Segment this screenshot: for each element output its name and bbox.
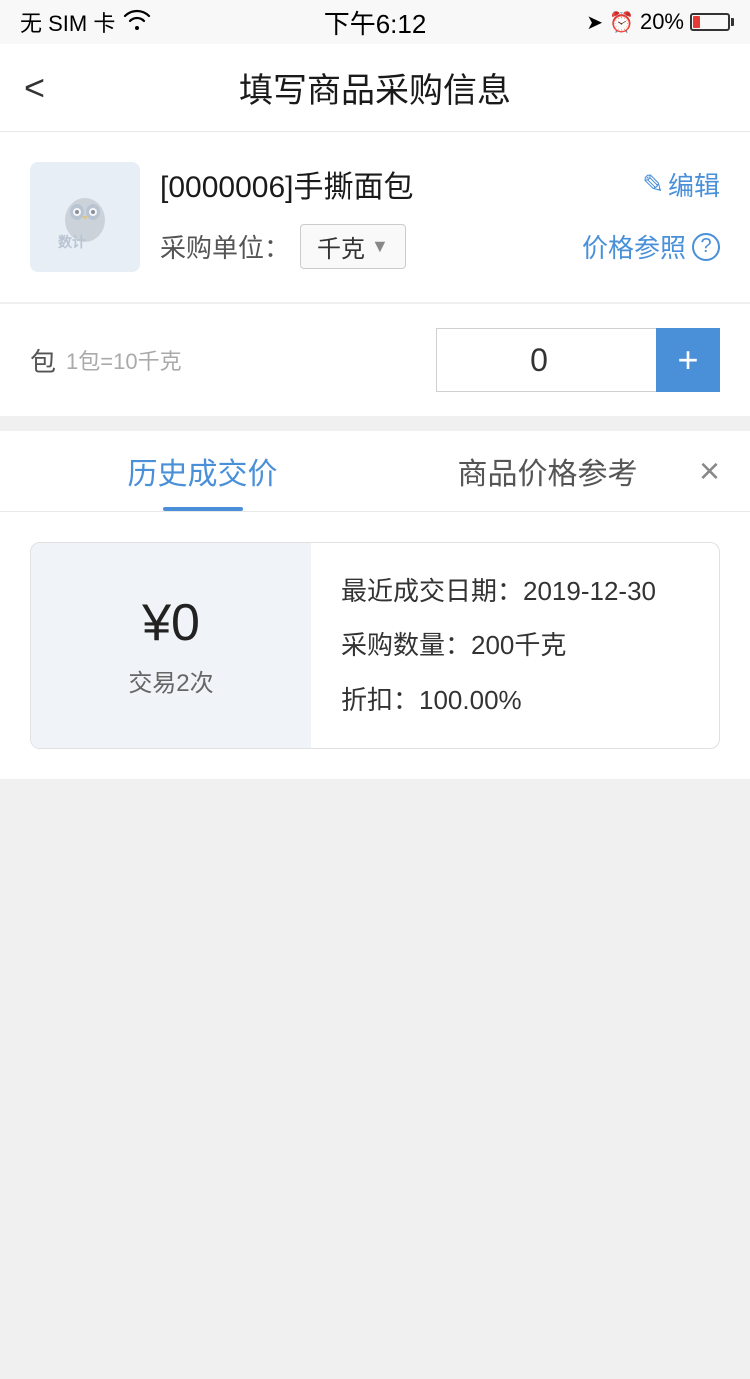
alarm-icon: ⏰ [609, 10, 634, 35]
edit-label: 编辑 [668, 166, 720, 203]
tabs-section: 历史成交价 商品价格参考 × ¥0 交易2次 最近成交日期：2019-12-30… [0, 431, 750, 779]
quantity-controls: + [436, 328, 720, 392]
tab-history-price[interactable]: 历史成交价 [30, 431, 375, 511]
battery-text: 20% [640, 9, 684, 35]
location-icon: ➤ [586, 10, 603, 35]
product-image: 数计 [30, 162, 140, 272]
battery-fill [693, 16, 700, 28]
product-logo: 数计 [50, 182, 120, 252]
tabs-header: 历史成交价 商品价格参考 × [0, 431, 750, 512]
price-ref-label: 价格参照 [582, 228, 686, 265]
carrier-text: 无 SIM 卡 [20, 6, 115, 38]
nav-bar: < 填写商品采购信息 [0, 44, 750, 132]
edit-icon: ✎ [642, 169, 664, 200]
close-button[interactable]: × [689, 440, 730, 502]
quantity-section: 包 1包=10千克 + [0, 304, 750, 417]
history-right: 最近成交日期：2019-12-30 采购数量：200千克 折扣：100.00% [311, 543, 719, 748]
status-time: 下午6:12 [324, 4, 427, 41]
product-name: [0000006]手撕面包 [160, 162, 413, 206]
tab-product-price-ref[interactable]: 商品价格参考 [375, 431, 720, 511]
svg-text:数计: 数计 [58, 234, 86, 250]
product-top: 数计 [0000006]手撕面包 ✎ 编辑 采购单位： 千克 ▼ [30, 162, 720, 272]
page-title: 填写商品采购信息 [239, 63, 511, 112]
history-content: ¥0 交易2次 最近成交日期：2019-12-30 采购数量：200千克 折扣：… [0, 512, 750, 779]
unit-select[interactable]: 千克 ▼ [300, 224, 406, 269]
history-card: ¥0 交易2次 最近成交日期：2019-12-30 采购数量：200千克 折扣：… [30, 542, 720, 749]
recent-date-value: 2019-12-30 [523, 576, 656, 606]
history-left: ¥0 交易2次 [31, 543, 311, 748]
status-right: ➤ ⏰ 20% [586, 9, 730, 35]
help-icon: ? [692, 233, 720, 261]
unit-value: 千克 [317, 229, 365, 264]
recent-date-label: 最近成交日期： [341, 576, 523, 606]
bottom-area [0, 779, 750, 1379]
tab-history-label: 历史成交价 [128, 449, 278, 493]
unit-row: 采购单位： 千克 ▼ 价格参照 ? [160, 224, 720, 269]
product-name-row: [0000006]手撕面包 ✎ 编辑 [160, 162, 720, 206]
unit-left: 采购单位： 千克 ▼ [160, 224, 406, 269]
history-price: ¥0 [142, 593, 200, 653]
product-card: 数计 [0000006]手撕面包 ✎ 编辑 采购单位： 千克 ▼ [0, 132, 750, 302]
quantity-plus-button[interactable]: + [656, 328, 720, 392]
tab-active-underline [163, 507, 243, 511]
discount-label: 折扣： [341, 685, 419, 715]
transaction-count: 交易2次 [128, 663, 213, 698]
price-ref-button[interactable]: 价格参照 ? [582, 228, 720, 265]
back-button[interactable]: < [24, 67, 45, 109]
purchase-qty-row: 采购数量：200千克 [341, 627, 689, 663]
status-bar: 无 SIM 卡 下午6:12 ➤ ⏰ 20% [0, 0, 750, 44]
quantity-sub-label: 1包=10千克 [66, 344, 182, 376]
quantity-label: 包 1包=10千克 [30, 342, 182, 379]
unit-label: 采购单位： [160, 228, 290, 265]
quantity-input[interactable] [436, 328, 656, 392]
status-left: 无 SIM 卡 [20, 6, 151, 38]
battery-icon [690, 13, 730, 31]
edit-button[interactable]: ✎ 编辑 [642, 166, 720, 203]
quantity-unit-name: 包 [30, 342, 56, 379]
wifi-icon [123, 8, 151, 36]
chevron-down-icon: ▼ [371, 236, 389, 257]
tab-product-label: 商品价格参考 [458, 449, 638, 493]
recent-date-row: 最近成交日期：2019-12-30 [341, 573, 689, 609]
purchase-qty-value: 200千克 [471, 630, 566, 660]
purchase-qty-label: 采购数量： [341, 630, 471, 660]
discount-value: 100.00% [419, 685, 522, 715]
product-info: [0000006]手撕面包 ✎ 编辑 采购单位： 千克 ▼ 价格参照 ? [160, 162, 720, 269]
discount-row: 折扣：100.00% [341, 682, 689, 718]
